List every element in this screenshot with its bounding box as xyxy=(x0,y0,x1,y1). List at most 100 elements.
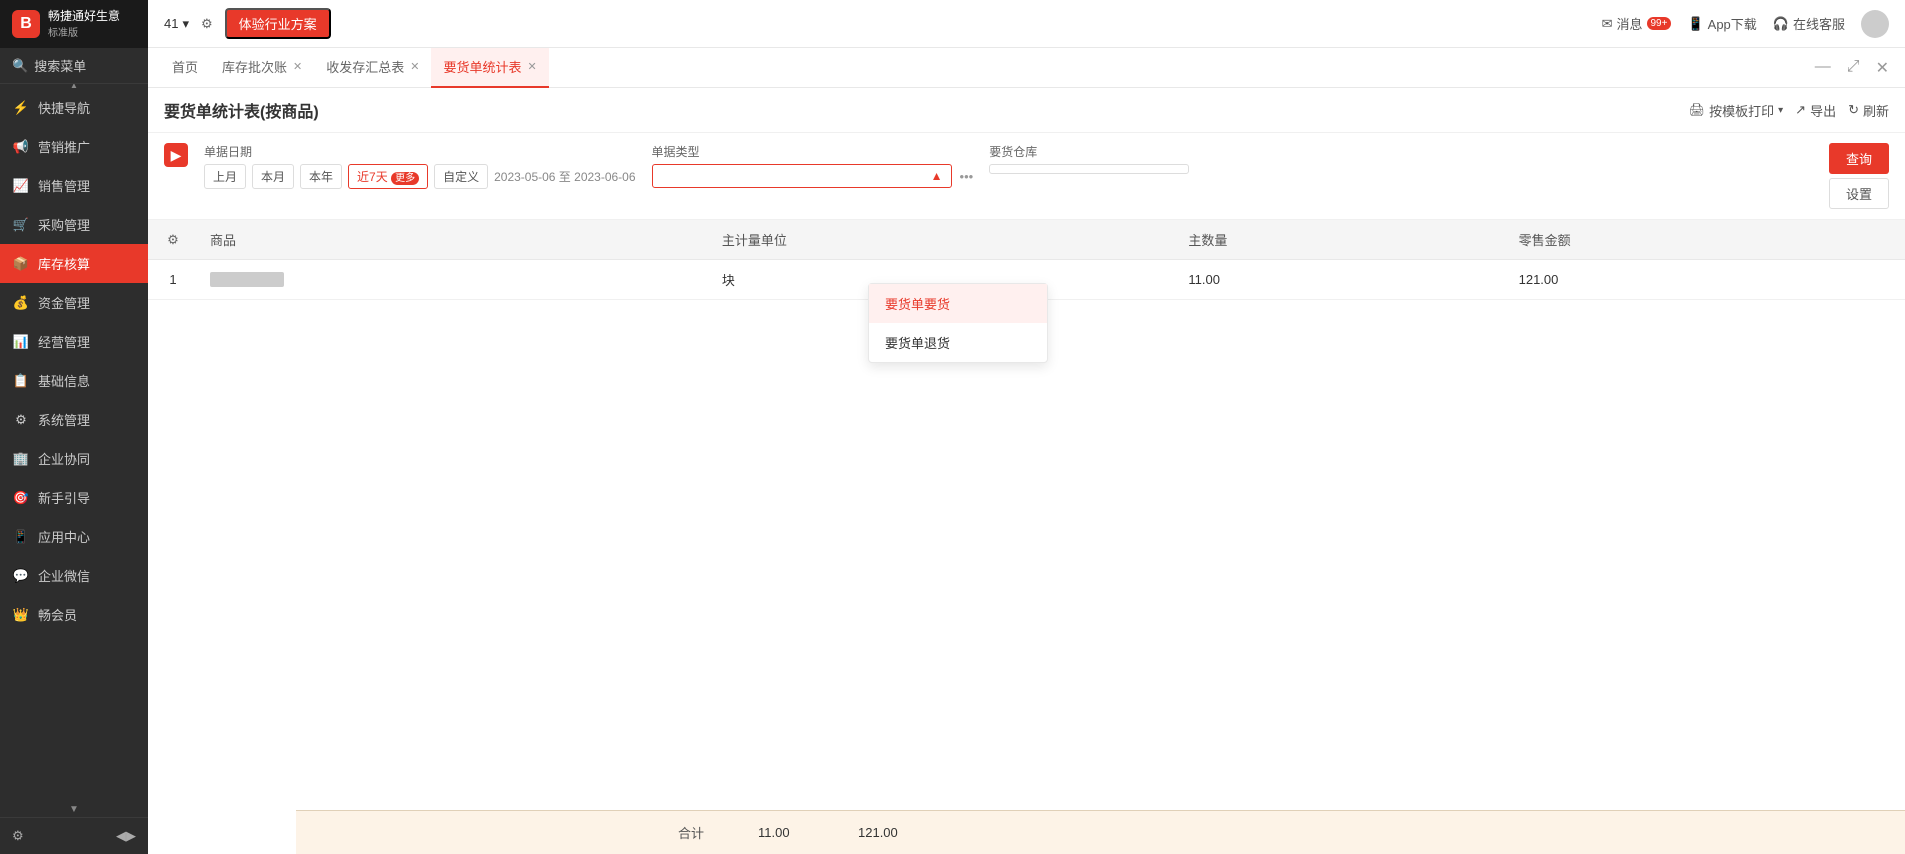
sidebar-item-label: 新手引导 xyxy=(38,488,90,507)
sidebar-item-marketing[interactable]: 📢 营销推广 xyxy=(0,127,148,166)
app-label: App下载 xyxy=(1708,14,1757,33)
last-7days-button[interactable]: 近7天 更多 xyxy=(348,164,428,189)
sidebar-item-purchase[interactable]: 🛒 采购管理 xyxy=(0,205,148,244)
sidebar-item-basic[interactable]: 📋 基础信息 xyxy=(0,361,148,400)
tab-home[interactable]: 首页 xyxy=(160,48,210,88)
this-year-button[interactable]: 本年 xyxy=(300,164,342,189)
sidebar-item-inventory[interactable]: 📦 库存核算 xyxy=(0,244,148,283)
set-button[interactable]: 设置 xyxy=(1829,178,1889,209)
inventory-icon: 📦 xyxy=(12,255,30,273)
tab-batch-close[interactable]: ✕ xyxy=(293,60,302,73)
tab-close-all-button[interactable]: ✕ xyxy=(1872,54,1893,82)
col-header-qty: 主数量 xyxy=(1176,220,1506,260)
col-header-unit: 主计量单位 xyxy=(710,220,1176,260)
sidebar-item-member[interactable]: 👑 畅会员 xyxy=(0,595,148,634)
filter-expand-button[interactable]: ▶ xyxy=(164,143,188,167)
sales-icon: 📈 xyxy=(12,177,30,195)
filter-actions: 查询 设置 xyxy=(1829,143,1889,209)
tab-recv-label: 收发存汇总表 xyxy=(326,57,404,76)
store-dropdown-icon: ▾ xyxy=(182,16,189,32)
sidebar-item-system[interactable]: ⚙ 系统管理 xyxy=(0,400,148,439)
logo-icon: B xyxy=(12,10,40,38)
sidebar-item-label: 快捷导航 xyxy=(38,98,90,117)
sidebar-item-label: 采购管理 xyxy=(38,215,90,234)
export-button[interactable]: ↗ 导出 xyxy=(1795,101,1836,120)
sidebar-search[interactable]: 🔍 搜索菜单 xyxy=(0,48,148,84)
print-icon: 🖨 xyxy=(1689,102,1706,118)
user-avatar[interactable] xyxy=(1861,10,1889,38)
header-settings-icon[interactable]: ⚙ xyxy=(201,16,213,32)
date-buttons-row: 上月 本月 本年 近7天 更多 自定义 2023-05-06 至 2023-06… xyxy=(204,164,636,189)
app-center-icon: 📱 xyxy=(12,528,30,546)
message-icon: ✉ xyxy=(1602,16,1613,32)
collapse-icon[interactable]: ◀▶ xyxy=(116,828,136,844)
sidebar-item-label: 营销推广 xyxy=(38,137,90,156)
custom-date-button[interactable]: 自定义 xyxy=(434,164,488,189)
sidebar-scroll-down[interactable]: ▼ xyxy=(0,802,148,817)
tab-minimize-button[interactable]: — xyxy=(1811,54,1835,82)
wecom-icon: 💬 xyxy=(12,567,30,585)
promo-button[interactable]: 体验行业方案 xyxy=(225,8,331,39)
table-footer: 合计 11.00 121.00 xyxy=(296,810,1905,854)
quick-nav-icon: ⚡ xyxy=(12,99,30,117)
sidebar: B 畅捷通好生意 标准版 🔍 搜索菜单 ▲ ⚡ 快捷导航 📢 营销推广 📈 销售… xyxy=(0,0,148,854)
dropdown-item-order-goods[interactable]: 要货单要货 xyxy=(869,284,1047,323)
header-left: 41 ▾ ⚙ 体验行业方案 xyxy=(164,8,331,39)
sidebar-item-finance[interactable]: 💰 资金管理 xyxy=(0,283,148,322)
message-badge: 99+ xyxy=(1647,17,1672,30)
last-month-button[interactable]: 上月 xyxy=(204,164,246,189)
this-month-button[interactable]: 本月 xyxy=(252,164,294,189)
message-label: 消息 xyxy=(1616,14,1642,33)
tab-batch[interactable]: 库存批次账 ✕ xyxy=(210,48,314,88)
service-button[interactable]: 🎧 在线客服 xyxy=(1773,14,1845,33)
sidebar-item-enterprise[interactable]: 🏢 企业协同 xyxy=(0,439,148,478)
dropdown-item-order-return[interactable]: 要货单退货 xyxy=(869,323,1047,362)
app-icon: 📱 xyxy=(1687,16,1703,32)
settings-icon[interactable]: ⚙ xyxy=(12,828,24,844)
sidebar-item-label: 系统管理 xyxy=(38,410,90,429)
logo-subtitle: 标准版 xyxy=(48,24,120,39)
date-range-text: 2023-05-06 至 2023-06-06 xyxy=(494,168,635,185)
tab-recv-summary[interactable]: 收发存汇总表 ✕ xyxy=(314,48,431,88)
sidebar-item-operation[interactable]: 📊 经营管理 xyxy=(0,322,148,361)
tab-order-close[interactable]: ✕ xyxy=(528,60,537,73)
sidebar-item-guide[interactable]: 🎯 新手引导 xyxy=(0,478,148,517)
sidebar-item-wecom[interactable]: 💬 企业微信 xyxy=(0,556,148,595)
type-dropdown: 要货单要货 要货单退货 xyxy=(868,283,1048,363)
sidebar-item-quick-nav[interactable]: ⚡ 快捷导航 xyxy=(0,88,148,127)
type-more-icon[interactable]: ••• xyxy=(960,169,974,184)
cell-seq: 1 xyxy=(148,260,198,300)
type-select[interactable]: ▲ xyxy=(652,164,952,188)
sidebar-item-label: 应用中心 xyxy=(38,527,90,546)
date-filter-group: 单据日期 上月 本月 本年 近7天 更多 自定义 2023-05-06 至 20… xyxy=(204,143,636,189)
finance-icon: 💰 xyxy=(12,294,30,312)
sidebar-item-app-center[interactable]: 📱 应用中心 xyxy=(0,517,148,556)
last-7days-label: 近7天 xyxy=(357,170,388,184)
export-icon: ↗ xyxy=(1795,102,1806,118)
store-selector[interactable]: 41 ▾ xyxy=(164,16,189,32)
guide-icon: 🎯 xyxy=(12,489,30,507)
tab-recv-close[interactable]: ✕ xyxy=(410,60,419,73)
tab-order-stats[interactable]: 要货单统计表 ✕ xyxy=(431,48,548,88)
tab-expand-button[interactable]: ⤢ xyxy=(1843,54,1864,82)
sidebar-item-label: 库存核算 xyxy=(38,254,90,273)
tab-home-label: 首页 xyxy=(172,57,198,76)
col-header-amount: 零售金额 xyxy=(1507,220,1905,260)
message-button[interactable]: ✉ 消息 99+ xyxy=(1602,14,1672,33)
sidebar-item-label: 畅会员 xyxy=(38,605,77,624)
tab-batch-label: 库存批次账 xyxy=(222,57,287,76)
sidebar-nav: ⚡ 快捷导航 📢 营销推广 📈 销售管理 🛒 采购管理 📦 库存核算 💰 资金管… xyxy=(0,88,148,802)
warehouse-filter-group: 要货仓库 xyxy=(989,143,1189,174)
footer-amount: 121.00 xyxy=(858,825,898,840)
sidebar-item-sales[interactable]: 📈 销售管理 xyxy=(0,166,148,205)
sidebar-item-label: 经营管理 xyxy=(38,332,90,351)
column-settings-icon[interactable]: ⚙ xyxy=(167,232,179,247)
query-button[interactable]: 查询 xyxy=(1829,143,1889,174)
warehouse-select[interactable] xyxy=(989,164,1189,174)
app-download-button[interactable]: 📱 App下载 xyxy=(1687,14,1756,33)
footer-label: 合计 xyxy=(678,823,758,842)
refresh-icon: ↻ xyxy=(1848,102,1859,118)
footer-qty: 11.00 xyxy=(758,825,858,840)
refresh-button[interactable]: ↻ 刷新 xyxy=(1848,101,1889,120)
print-button[interactable]: 🖨 按模板打印 ▾ xyxy=(1689,101,1784,120)
